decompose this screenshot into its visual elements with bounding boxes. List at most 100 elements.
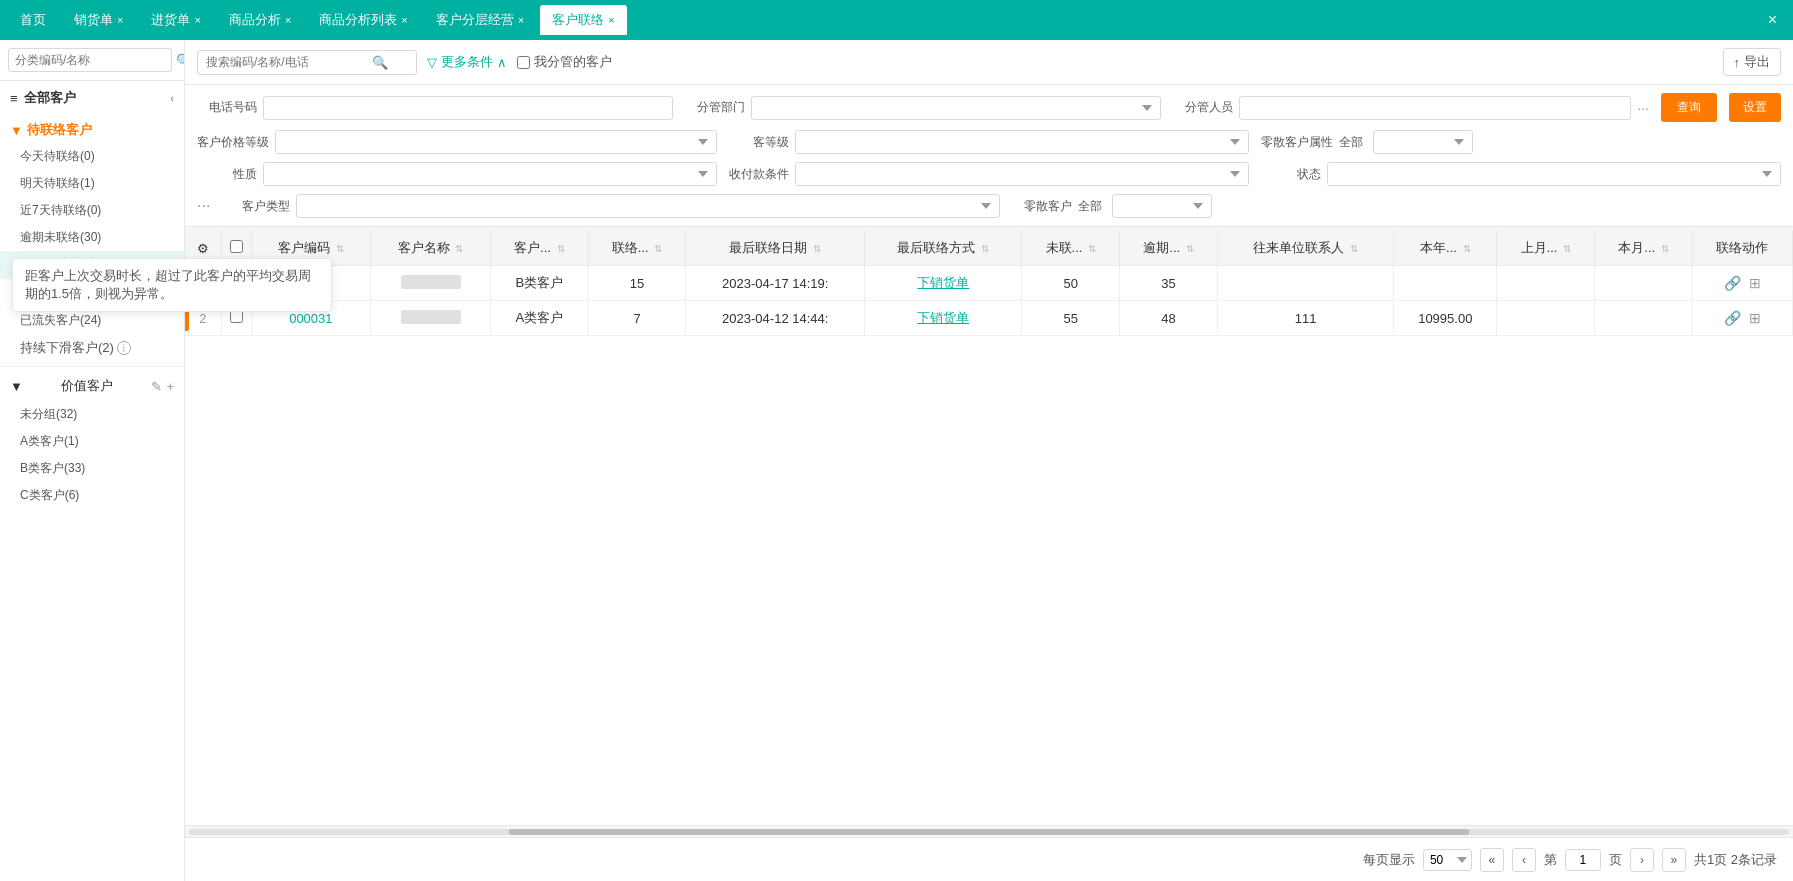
retail-customer-label: 零散客户	[1012, 198, 1072, 215]
nav-tab-analysis-close[interactable]: ×	[285, 14, 291, 26]
nav-tab-analysis[interactable]: 商品分析 ×	[217, 5, 303, 35]
filter-payment-field: 收付款条件	[729, 162, 1249, 186]
more-conditions-button[interactable]: ▽ 更多条件 ∧	[427, 53, 507, 71]
gender-select[interactable]	[263, 162, 717, 186]
search-icon[interactable]: 🔍	[372, 55, 388, 70]
declining-info-icon[interactable]: i	[117, 341, 131, 355]
manager-input[interactable]	[1239, 96, 1631, 120]
sort-icon-name: ⇅	[455, 243, 463, 254]
row-actions-wrap-1: 🔗 ⊞	[1701, 275, 1784, 291]
table-area: ⚙ 客户编码 ⇅ 客户名称 ⇅	[185, 231, 1793, 825]
query-button[interactable]: 查询	[1661, 93, 1717, 122]
nav-tab-home[interactable]: 首页	[8, 5, 58, 35]
settings-icon[interactable]: ⚙	[197, 241, 209, 256]
row-last-method-1[interactable]: 下销货单	[865, 266, 1022, 301]
row-type-2: A类客户	[490, 301, 588, 336]
customer-level-select[interactable]	[795, 130, 1249, 154]
nav-tab-analysis-list[interactable]: 商品分析列表 ×	[307, 5, 419, 35]
col-last-month[interactable]: 上月... ⇅	[1497, 231, 1595, 266]
nav-tab-purchase[interactable]: 进货单 ×	[139, 5, 212, 35]
sidebar-search-input[interactable]	[8, 48, 172, 72]
nav-tab-sales[interactable]: 销货单 ×	[62, 5, 135, 35]
last-page-button[interactable]: »	[1662, 848, 1686, 872]
filter-panel: 电话号码 分管部门 分管人员 ··· 查询 设置 客户价格等级	[185, 85, 1793, 227]
nav-tab-purchase-close[interactable]: ×	[194, 14, 200, 26]
more-dots[interactable]: ···	[197, 197, 218, 215]
select-all-checkbox[interactable]	[230, 240, 243, 253]
sidebar-item-b-class[interactable]: B类客户(33)	[0, 455, 184, 482]
per-page-label: 每页显示	[1363, 851, 1415, 869]
window-close-button[interactable]: ×	[1760, 7, 1785, 33]
link-action-icon-2[interactable]: 🔗	[1724, 310, 1741, 326]
grid-action-icon-2[interactable]: ⊞	[1749, 310, 1761, 326]
col-this-month[interactable]: 本月... ⇅	[1595, 231, 1693, 266]
row-contact-person-1	[1217, 266, 1393, 301]
row-last-method-2[interactable]: 下销货单	[865, 301, 1022, 336]
sidebar-item-a-class[interactable]: A类客户(1)	[0, 428, 184, 455]
sort-icon-method: ⇅	[981, 243, 989, 254]
nav-tab-analysis-list-close[interactable]: ×	[401, 14, 407, 26]
col-contact-count[interactable]: 联络... ⇅	[588, 231, 686, 266]
grid-action-icon-1[interactable]: ⊞	[1749, 275, 1761, 291]
sidebar-item-overdue[interactable]: 逾期未联络(30)	[0, 224, 184, 251]
page-size-select[interactable]: 50 10 20 100	[1423, 849, 1472, 871]
filter-customer-level-field: 客等级	[729, 130, 1249, 154]
retail-customer-select[interactable]	[1112, 194, 1212, 218]
row-this-year-1	[1394, 266, 1497, 301]
nav-tab-customer-contact[interactable]: 客户联络 ×	[540, 5, 626, 35]
add-icon[interactable]: +	[166, 379, 174, 394]
dept-select[interactable]	[751, 96, 1161, 120]
customer-type-label: 客户类型	[230, 198, 290, 215]
search-input[interactable]	[206, 55, 366, 69]
sort-icon-this-month: ⇅	[1661, 243, 1669, 254]
col-un-contact[interactable]: 未联... ⇅	[1022, 231, 1120, 266]
current-page-input[interactable]	[1565, 849, 1601, 871]
blurred-name-2	[401, 310, 461, 324]
phone-input[interactable]	[263, 96, 673, 120]
row-type-1: B类客户	[490, 266, 588, 301]
col-last-contact-date[interactable]: 最后联络日期 ⇅	[686, 231, 865, 266]
payment-select[interactable]	[795, 162, 1249, 186]
customer-type-select[interactable]	[296, 194, 999, 218]
sidebar-item-declining[interactable]: 持续下滑客户(2) i	[0, 334, 184, 362]
my-customers-checkbox[interactable]: 我分管的客户	[517, 53, 612, 71]
first-page-button[interactable]: «	[1480, 848, 1504, 872]
col-overdue[interactable]: 逾期... ⇅	[1120, 231, 1218, 266]
sidebar-item-today[interactable]: 今天待联络(0)	[0, 143, 184, 170]
col-last-contact-method[interactable]: 最后联络方式 ⇅	[865, 231, 1022, 266]
col-name[interactable]: 客户名称 ⇅	[371, 231, 491, 266]
sidebar-item-tomorrow[interactable]: 明天待联络(1)	[0, 170, 184, 197]
col-contact-person[interactable]: 往来单位联系人 ⇅	[1217, 231, 1393, 266]
sidebar-search-icon[interactable]: 🔍	[176, 53, 185, 68]
nav-tab-customer-mgmt[interactable]: 客户分层经营 ×	[424, 5, 536, 35]
manager-dots[interactable]: ···	[1637, 100, 1649, 116]
page-word: 页	[1609, 851, 1622, 869]
content-area: 🔍 ▽ 更多条件 ∧ 我分管的客户 ↑ 导出 电话号码	[185, 40, 1793, 881]
price-level-select[interactable]	[275, 130, 717, 154]
link-action-icon-1[interactable]: 🔗	[1724, 275, 1741, 291]
sort-icon: ⇅	[336, 243, 344, 254]
scrollbar-thumb[interactable]	[509, 829, 1469, 835]
nav-tab-sales-close[interactable]: ×	[117, 14, 123, 26]
chevron-up-icon: ∧	[497, 55, 507, 70]
horizontal-scrollbar[interactable]	[185, 825, 1793, 837]
status-select[interactable]	[1327, 162, 1781, 186]
sidebar-item-unclassified[interactable]: 未分组(32)	[0, 401, 184, 428]
col-this-year[interactable]: 本年... ⇅	[1394, 231, 1497, 266]
settings-button[interactable]: 设置	[1729, 93, 1781, 122]
retail-attr-select[interactable]	[1373, 130, 1473, 154]
main-layout: 🔍 ≡ 全部客户 ‹ ▼ 待联络客户 今天待联络(0) 明天待联络(1) 近7天…	[0, 40, 1793, 881]
prev-page-button[interactable]: ‹	[1512, 848, 1536, 872]
edit-icon[interactable]: ✎	[151, 379, 162, 394]
all-customers-header[interactable]: ≡ 全部客户 ‹	[0, 81, 184, 115]
sidebar-item-c-class[interactable]: C类客户(6)	[0, 482, 184, 509]
sidebar-item-7days[interactable]: 近7天待联络(0)	[0, 197, 184, 224]
nav-tab-customer-contact-close[interactable]: ×	[608, 14, 614, 26]
export-button[interactable]: ↑ 导出	[1723, 48, 1782, 76]
phone-label: 电话号码	[197, 99, 257, 116]
nav-tab-customer-mgmt-close[interactable]: ×	[518, 14, 524, 26]
col-customer-type[interactable]: 客户... ⇅	[490, 231, 588, 266]
filter-gender-field: 性质	[197, 162, 717, 186]
next-page-button[interactable]: ›	[1630, 848, 1654, 872]
my-customers-check[interactable]	[517, 56, 530, 69]
